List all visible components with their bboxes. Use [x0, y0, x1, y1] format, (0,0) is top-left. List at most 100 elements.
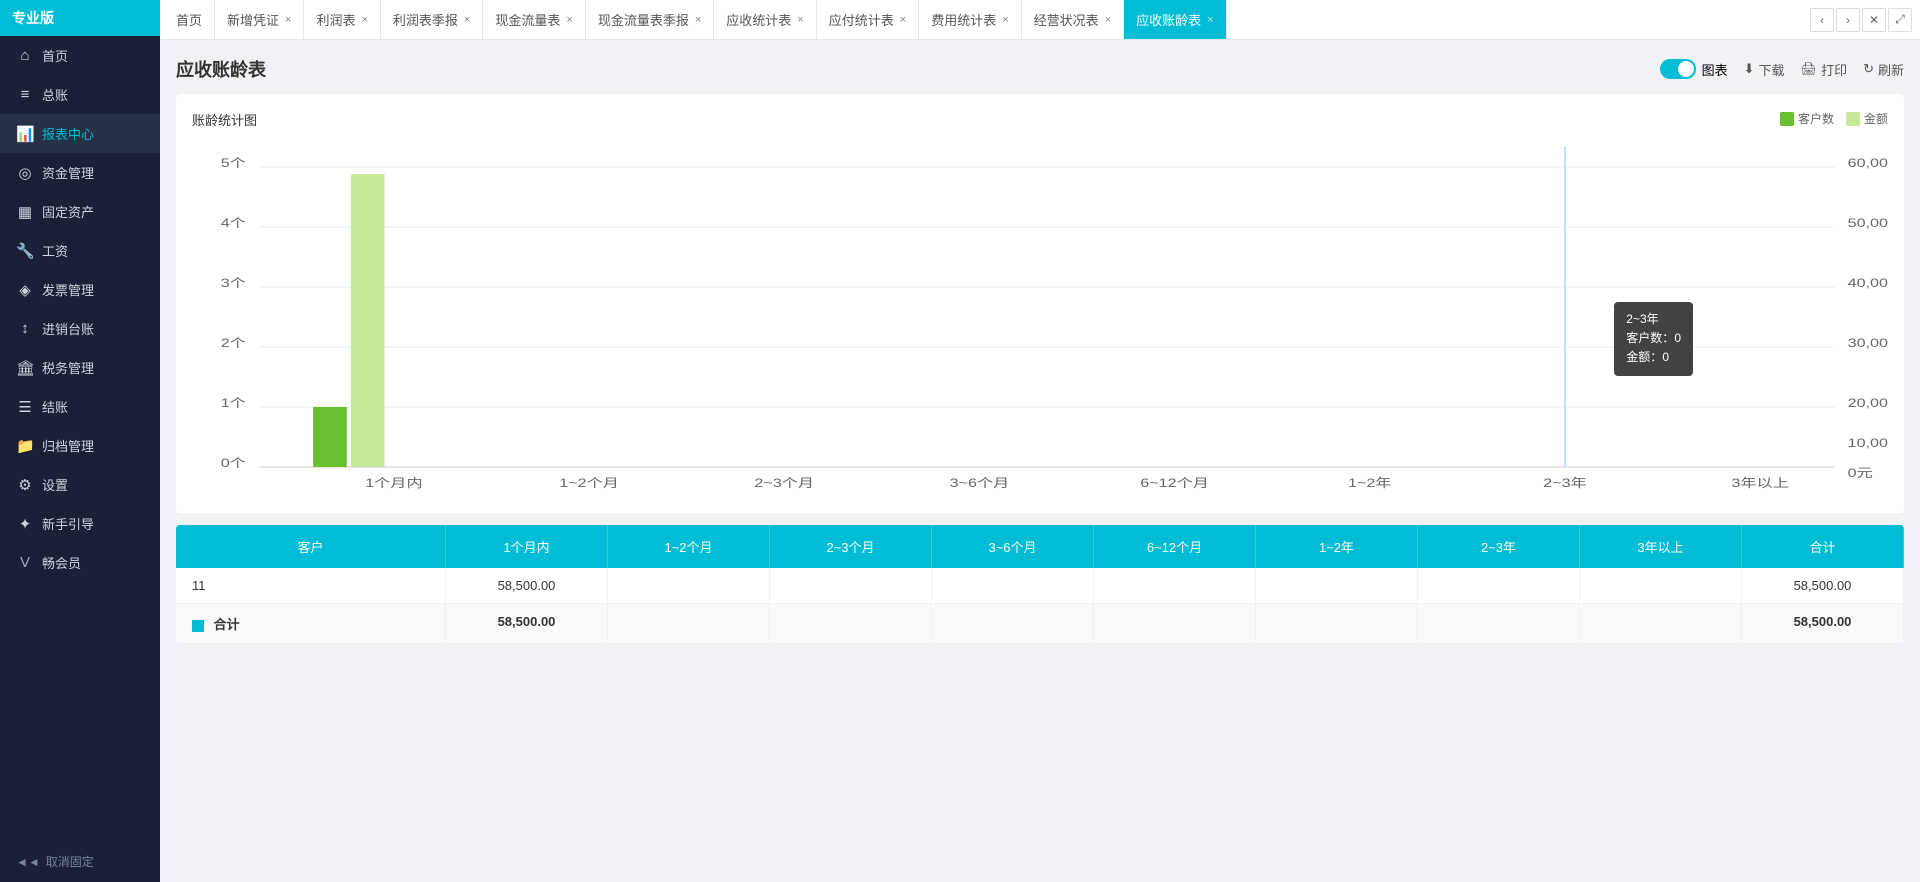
svg-text:3~6个月: 3~6个月	[950, 476, 1010, 490]
tab-aging-label: 应收账龄表	[1136, 10, 1201, 29]
total-m1: 58,500.00	[446, 604, 608, 643]
sidebar-item-sales[interactable]: ↕ 进销台账	[0, 309, 160, 348]
sidebar-item-checkout[interactable]: ☰ 结账	[0, 387, 160, 426]
asset-icon: ▦	[16, 203, 34, 221]
tab-next-button[interactable]: ›	[1836, 8, 1860, 32]
tab-receivable-stat[interactable]: 应收统计表 ×	[714, 0, 816, 40]
svg-text:6~12个月: 6~12个月	[1140, 476, 1209, 490]
sidebar-item-label: 畅会员	[42, 553, 81, 572]
sidebar-item-member[interactable]: V 畅会员	[0, 543, 160, 582]
total-m6-12	[1094, 604, 1256, 643]
download-button[interactable]: ⬇ 下载	[1744, 60, 1785, 79]
tab-cashflow-close[interactable]: ×	[566, 14, 572, 26]
sidebar-item-fund[interactable]: ◎ 资金管理	[0, 153, 160, 192]
tab-prev-button[interactable]: ‹	[1810, 8, 1834, 32]
tab-cashflow-q-close[interactable]: ×	[695, 14, 701, 26]
svg-text:0元: 0元	[1848, 467, 1873, 480]
svg-text:3个: 3个	[221, 276, 246, 290]
tab-cashflow-label: 现金流量表	[495, 10, 560, 29]
tab-cashflow[interactable]: 现金流量表 ×	[483, 0, 585, 40]
total-total: 58,500.00	[1742, 604, 1904, 643]
header-m6-12: 6~12个月	[1094, 525, 1256, 568]
tab-profit[interactable]: 利润表 ×	[304, 0, 380, 40]
svg-text:50,000.00元: 50,000.00元	[1848, 217, 1888, 230]
toggle-thumb	[1678, 61, 1694, 77]
tab-home[interactable]: 首页	[164, 0, 215, 40]
tab-expense-stat-close[interactable]: ×	[1002, 14, 1008, 26]
refresh-icon: ↻	[1863, 61, 1874, 77]
chart-toggle[interactable]: 图表	[1660, 59, 1728, 79]
sidebar-item-report[interactable]: 📊 报表中心	[0, 114, 160, 153]
tab-aging[interactable]: 应收账龄表 ×	[1124, 0, 1226, 40]
refresh-button[interactable]: ↻ 刷新	[1863, 60, 1904, 79]
tab-voucher-label: 新增凭证	[227, 10, 279, 29]
tab-expense-stat[interactable]: 费用统计表 ×	[919, 0, 1021, 40]
tab-profit-label: 利润表	[316, 10, 355, 29]
tab-home-label: 首页	[176, 10, 202, 29]
tab-profit-q-close[interactable]: ×	[464, 14, 470, 26]
chart-toggle-label: 图表	[1702, 60, 1728, 79]
sidebar-item-label: 发票管理	[42, 280, 94, 299]
print-button[interactable]: 🖨 打印	[1801, 60, 1848, 79]
cell-m6-12	[1094, 568, 1256, 603]
toggle-track[interactable]	[1660, 59, 1696, 79]
checkout-icon: ☰	[16, 398, 34, 416]
tab-receivable-stat-close[interactable]: ×	[797, 14, 803, 26]
tab-profit-close[interactable]: ×	[361, 14, 367, 26]
tab-profit-q[interactable]: 利润表季报 ×	[381, 0, 483, 40]
table-total-row: 合计 58,500.00 58,500.00	[176, 604, 1904, 644]
sidebar-item-settings[interactable]: ⚙ 设置	[0, 465, 160, 504]
data-table: 客户 1个月内 1~2个月 2~3个月 3~6个月 6~12个月 1~2年 2~…	[176, 525, 1904, 644]
header-total: 合计	[1742, 525, 1904, 568]
refresh-label: 刷新	[1878, 60, 1904, 79]
chart-svg: 5个 4个 3个 2个 1个 0个 60,000.00元 50,000.00元 …	[192, 137, 1888, 497]
svg-text:1个月内: 1个月内	[365, 476, 422, 490]
header-m3-6: 3~6个月	[932, 525, 1094, 568]
bar-customers-0	[313, 407, 347, 467]
tab-aging-close[interactable]: ×	[1207, 14, 1213, 26]
sales-icon: ↕	[16, 320, 34, 337]
cell-m1-2	[608, 568, 770, 603]
sidebar-pin-toggle[interactable]: ◄◄ 取消固定	[0, 841, 160, 882]
tab-expand-button[interactable]: ⤢	[1888, 8, 1912, 32]
sidebar-item-asset[interactable]: ▦ 固定资产	[0, 192, 160, 231]
sidebar-item-label: 结账	[42, 397, 68, 416]
sidebar-item-label: 固定资产	[42, 202, 94, 221]
svg-text:20,000.00元: 20,000.00元	[1848, 397, 1888, 410]
home-icon: ⌂	[16, 47, 34, 64]
tab-payable-stat-close[interactable]: ×	[900, 14, 906, 26]
sidebar-item-ledger[interactable]: ≡ 总账	[0, 75, 160, 114]
tab-operation-stat-label: 经营状况表	[1034, 10, 1099, 29]
tab-close-all-button[interactable]: ✕	[1862, 8, 1886, 32]
tab-payable-stat[interactable]: 应付统计表 ×	[817, 0, 919, 40]
tab-operation-stat-close[interactable]: ×	[1105, 14, 1111, 26]
sidebar-item-archive[interactable]: 📁 归档管理	[0, 426, 160, 465]
sidebar-item-invoice[interactable]: ◈ 发票管理	[0, 270, 160, 309]
sidebar-item-label: 报表中心	[42, 124, 94, 143]
total-m3-6	[932, 604, 1094, 643]
sidebar-item-tax[interactable]: 🏛 税务管理	[0, 348, 160, 387]
tab-expense-stat-label: 费用统计表	[931, 10, 996, 29]
legend-customer-label: 客户数	[1798, 110, 1834, 127]
legend-amount-color	[1846, 112, 1860, 126]
svg-text:40,000.00元: 40,000.00元	[1848, 277, 1888, 290]
total-m2-3	[770, 604, 932, 643]
sidebar-item-guide[interactable]: ✦ 新手引导	[0, 504, 160, 543]
tab-voucher-close[interactable]: ×	[285, 14, 291, 26]
cell-m2-3	[770, 568, 932, 603]
sidebar-item-home[interactable]: ⌂ 首页	[0, 36, 160, 75]
svg-text:1~2年: 1~2年	[1348, 476, 1392, 490]
svg-text:1~2个月: 1~2个月	[559, 476, 619, 490]
legend-amount: 金额	[1846, 110, 1888, 127]
tab-voucher[interactable]: 新增凭证 ×	[215, 0, 304, 40]
cell-m3-6	[932, 568, 1094, 603]
total-y3plus	[1580, 604, 1742, 643]
cell-total: 58,500.00	[1742, 568, 1904, 603]
tab-cashflow-q[interactable]: 现金流量表季报 ×	[586, 0, 714, 40]
tab-operation-stat[interactable]: 经营状况表 ×	[1022, 0, 1124, 40]
print-icon: 🖨	[1801, 61, 1818, 77]
legend-customer-color	[1780, 112, 1794, 126]
download-label: 下载	[1759, 60, 1785, 79]
tab-bar: 首页 新增凭证 × 利润表 × 利润表季报 × 现金流量表 × 现金流量表季报 …	[160, 0, 1920, 40]
sidebar-item-salary[interactable]: 🔧 工资	[0, 231, 160, 270]
